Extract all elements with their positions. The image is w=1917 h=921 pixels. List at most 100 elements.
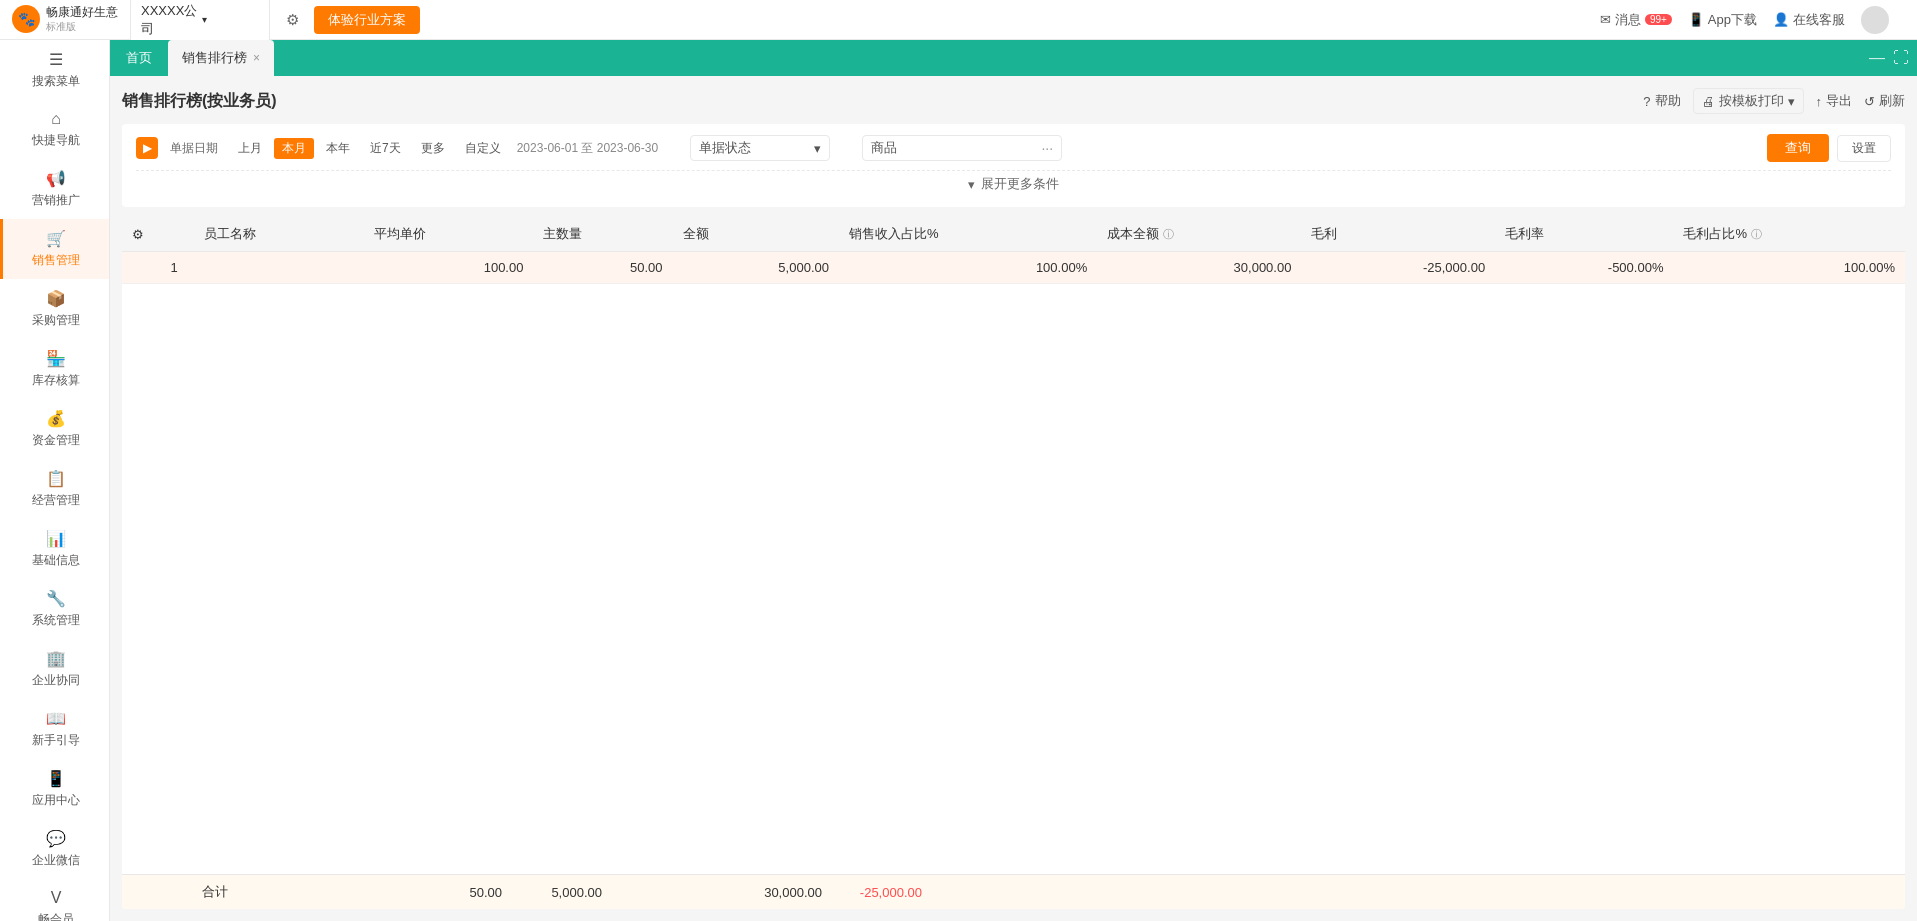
date-tab-custom[interactable]: 自定义 bbox=[457, 138, 509, 159]
row-qty: 50.00 bbox=[533, 252, 672, 284]
tab-home[interactable]: 首页 bbox=[110, 40, 168, 76]
refresh-button[interactable]: ↺ 刷新 bbox=[1864, 92, 1905, 110]
print-icon: 🖨 bbox=[1702, 94, 1715, 109]
logo-area: 🐾 畅康通好生意 标准版 bbox=[12, 5, 122, 33]
sidebar-item-sales[interactable]: 🛒 销售管理 bbox=[0, 219, 109, 279]
header-actions: ? 帮助 🖨 按模板打印 ▾ ↑ 导出 ↺ 刷新 bbox=[1643, 88, 1905, 114]
tab-close-icon[interactable]: × bbox=[253, 51, 260, 65]
sidebar-label: 营销推广 bbox=[32, 192, 80, 209]
date-tab-last-month[interactable]: 上月 bbox=[230, 138, 270, 159]
print-label: 按模板打印 bbox=[1719, 92, 1784, 110]
status-chevron-icon: ▾ bbox=[814, 141, 821, 156]
expand-arrow-button[interactable]: ▶ bbox=[136, 137, 158, 159]
print-button[interactable]: 🖨 按模板打印 ▾ bbox=[1693, 88, 1804, 114]
table-col-rank bbox=[154, 217, 194, 252]
table-col-name: 员工名称 bbox=[194, 217, 364, 252]
help-label: 帮助 bbox=[1655, 92, 1681, 110]
sidebar-item-system[interactable]: 🔧 系统管理 bbox=[0, 579, 109, 639]
data-table: ⚙ 员工名称 平均单价 主数量 全额 销售收入占比% 成本全额 ⓘ 毛利 bbox=[122, 217, 1905, 284]
sidebar-item-app-center[interactable]: 📱 应用中心 bbox=[0, 759, 109, 819]
sidebar-label: 应用中心 bbox=[32, 792, 80, 809]
export-button[interactable]: ↑ 导出 bbox=[1816, 92, 1853, 110]
sidebar-item-purchase[interactable]: 📦 采购管理 bbox=[0, 279, 109, 339]
tab-label: 销售排行榜 bbox=[182, 49, 247, 67]
goods-input[interactable]: 商品 ··· bbox=[862, 135, 1062, 161]
date-label: 单据日期 bbox=[170, 140, 218, 157]
logo-sub: 标准版 bbox=[46, 20, 118, 34]
settings-button[interactable]: 设置 bbox=[1837, 135, 1891, 162]
tab-sales-ranking[interactable]: 销售排行榜 × bbox=[168, 40, 274, 76]
wechat-icon: 💬 bbox=[46, 829, 66, 848]
gross-pct-info-icon[interactable]: ⓘ bbox=[1751, 228, 1762, 240]
app-download-button[interactable]: 📱 App下载 bbox=[1688, 11, 1757, 29]
goods-more-icon[interactable]: ··· bbox=[1041, 140, 1053, 156]
sidebar-item-wechat[interactable]: 💬 企业微信 bbox=[0, 819, 109, 879]
help-button[interactable]: ? 帮助 bbox=[1643, 92, 1680, 110]
operations-icon: 📋 bbox=[46, 469, 66, 488]
sidebar-item-guide[interactable]: 📖 新手引导 bbox=[0, 699, 109, 759]
date-tab-this-month[interactable]: 本月 bbox=[274, 138, 314, 159]
app-label: App下载 bbox=[1708, 11, 1757, 29]
sidebar-item-quick-nav[interactable]: ⌂ 快捷导航 bbox=[0, 100, 109, 159]
tab-bar: 首页 销售排行榜 × — ⛶ bbox=[110, 40, 1917, 76]
query-button[interactable]: 查询 bbox=[1767, 134, 1829, 162]
sidebar-item-member[interactable]: V 畅会员 bbox=[0, 879, 109, 921]
row-amount: 5,000.00 bbox=[673, 252, 839, 284]
company-selector[interactable]: XXXXX公司 ▾ bbox=[130, 0, 270, 43]
row-gross-rate: -500.00% bbox=[1495, 252, 1673, 284]
tab-bar-right: — ⛶ bbox=[1869, 49, 1917, 67]
tab-fullscreen-icon[interactable]: ⛶ bbox=[1893, 49, 1909, 67]
row-name bbox=[194, 252, 364, 284]
sidebar-item-marketing[interactable]: 📢 营销推广 bbox=[0, 159, 109, 219]
sidebar-item-search-orders[interactable]: ☰ 搜索菜单 bbox=[0, 40, 109, 100]
finance-icon: 💰 bbox=[46, 409, 66, 428]
sidebar-label: 销售管理 bbox=[32, 252, 80, 269]
logo-icon: 🐾 bbox=[12, 5, 40, 33]
refresh-label: 刷新 bbox=[1879, 92, 1905, 110]
row-gross-pct: 100.00% bbox=[1673, 252, 1905, 284]
guide-icon: 📖 bbox=[46, 709, 66, 728]
table-col-settings[interactable]: ⚙ bbox=[122, 217, 154, 252]
page-header: 销售排行榜(按业务员) ? 帮助 🖨 按模板打印 ▾ ↑ 导出 bbox=[122, 88, 1905, 114]
export-icon: ↑ bbox=[1816, 94, 1823, 109]
message-badge: 99+ bbox=[1645, 14, 1672, 25]
sidebar-item-base-info[interactable]: 📊 基础信息 bbox=[0, 519, 109, 579]
message-button[interactable]: ✉ 消息 99+ bbox=[1600, 11, 1672, 29]
topbar-settings-button[interactable]: ⚙ bbox=[278, 6, 306, 34]
sidebar-item-operations[interactable]: 📋 经营管理 bbox=[0, 459, 109, 519]
date-tab-this-year[interactable]: 本年 bbox=[318, 138, 358, 159]
content-area: 首页 销售排行榜 × — ⛶ 销售排行榜(按业务员) ? 帮助 bbox=[110, 40, 1917, 921]
avatar[interactable] bbox=[1861, 6, 1889, 34]
purchase-icon: 📦 bbox=[46, 289, 66, 308]
sidebar-label: 经营管理 bbox=[32, 492, 80, 509]
filter-buttons: 查询 设置 bbox=[1767, 134, 1891, 162]
sidebar-label: 采购管理 bbox=[32, 312, 80, 329]
status-selector[interactable]: 单据状态 ▾ bbox=[690, 135, 830, 161]
online-service-button[interactable]: 👤 在线客服 bbox=[1773, 11, 1845, 29]
message-label: 消息 bbox=[1615, 11, 1641, 29]
date-tabs: 上月 本月 本年 近7天 更多 自定义 2023-06-01 至 2023-06… bbox=[230, 138, 658, 159]
export-label: 导出 bbox=[1826, 92, 1852, 110]
top-right: ✉ 消息 99+ 📱 App下载 👤 在线客服 bbox=[1600, 6, 1905, 34]
sidebar-label: 企业协同 bbox=[32, 672, 80, 689]
sidebar-label: 搜索菜单 bbox=[32, 73, 80, 90]
row-avg-price: 100.00 bbox=[364, 252, 534, 284]
tab-minimize-icon[interactable]: — bbox=[1869, 49, 1885, 67]
sidebar-item-inventory[interactable]: 🏪 库存核算 bbox=[0, 339, 109, 399]
date-tab-more[interactable]: 更多 bbox=[413, 138, 453, 159]
date-range: 2023-06-01 至 2023-06-30 bbox=[517, 140, 658, 157]
cost-info-icon[interactable]: ⓘ bbox=[1163, 228, 1174, 240]
table-col-cost: 成本全额 ⓘ bbox=[1097, 217, 1301, 252]
row-rank: 1 bbox=[154, 252, 194, 284]
refresh-icon: ↺ bbox=[1864, 94, 1875, 109]
expand-more-row[interactable]: ▾ 展开更多条件 bbox=[136, 170, 1891, 197]
date-tab-7days[interactable]: 近7天 bbox=[362, 138, 409, 159]
trial-button[interactable]: 体验行业方案 bbox=[314, 6, 420, 34]
table-body: 1 100.00 50.00 5,000.00 100.00% 30,000.0… bbox=[122, 252, 1905, 284]
enterprise-icon: 🏢 bbox=[46, 649, 66, 668]
sidebar-item-finance[interactable]: 💰 资金管理 bbox=[0, 399, 109, 459]
sidebar-label: 快捷导航 bbox=[32, 132, 80, 149]
marketing-icon: 📢 bbox=[46, 169, 66, 188]
print-chevron-icon: ▾ bbox=[1788, 94, 1795, 109]
sidebar-item-enterprise[interactable]: 🏢 企业协同 bbox=[0, 639, 109, 699]
